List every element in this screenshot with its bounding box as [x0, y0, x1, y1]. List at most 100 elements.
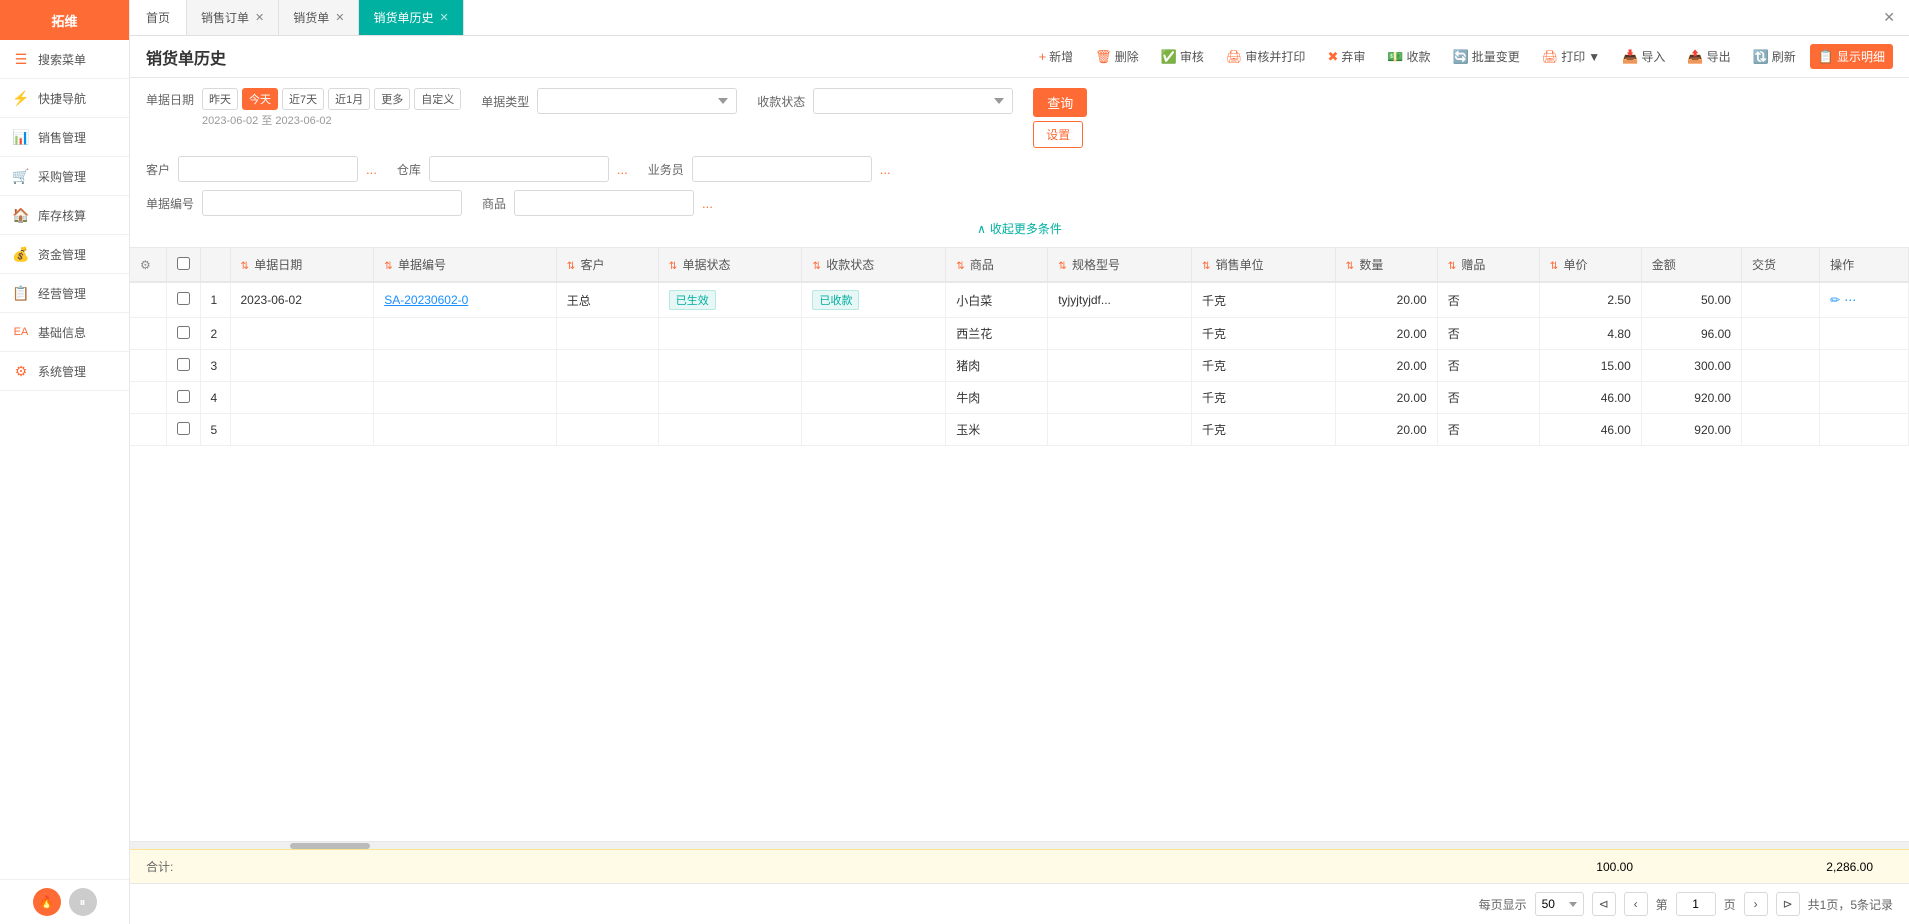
sidebar-item-finance[interactable]: 💰 资金管理: [0, 235, 129, 274]
select-all-checkbox[interactable]: [177, 257, 190, 270]
page-input[interactable]: 1: [1676, 892, 1716, 916]
salesman-input[interactable]: [692, 156, 872, 182]
tab-home[interactable]: 首页: [130, 0, 187, 35]
sidebar-btn1[interactable]: 🔥: [33, 888, 61, 916]
customer-ellipsis[interactable]: ...: [366, 162, 377, 177]
date-btn-7days[interactable]: 近7天: [282, 88, 324, 110]
tab-close-sale-history[interactable]: ✕: [440, 11, 449, 24]
operations-icon: 📋: [12, 284, 30, 302]
customer-filter: 客户 ...: [146, 156, 377, 182]
goods-ellipsis[interactable]: ...: [702, 196, 713, 211]
doc-no-filter: 单据编号: [146, 190, 462, 216]
row-checkbox[interactable]: [177, 292, 190, 305]
sidebar-item-purchase-mgmt[interactable]: 🛒 采购管理: [0, 157, 129, 196]
salesman-ellipsis[interactable]: ...: [880, 162, 891, 177]
collect-status-select[interactable]: [813, 88, 1013, 114]
settings-icon[interactable]: ⚙: [140, 258, 151, 272]
collapse-btn[interactable]: ∧ 收起更多条件: [146, 220, 1893, 237]
table-row: 4牛肉千克20.00否46.00920.00: [130, 382, 1909, 414]
date-btn-today[interactable]: 今天: [242, 88, 278, 110]
th-gift[interactable]: ⇅ 赠品: [1437, 248, 1539, 282]
prev-page-btn[interactable]: ‹: [1624, 892, 1648, 916]
date-btn-1month[interactable]: 近1月: [328, 88, 370, 110]
batch-change-button[interactable]: 🔄 批量变更: [1445, 44, 1528, 69]
warehouse-ellipsis[interactable]: ...: [617, 162, 628, 177]
sidebar-item-operations[interactable]: 📋 经营管理: [0, 274, 129, 313]
th-num: [200, 248, 230, 282]
date-btn-more[interactable]: 更多: [374, 88, 410, 110]
sidebar-item-search-menu[interactable]: ☰ 搜索菜单: [0, 40, 129, 79]
print-button[interactable]: 🖨 打印 ▼: [1534, 44, 1608, 69]
refresh-icon: 🔃: [1753, 49, 1769, 65]
goods-input[interactable]: [514, 190, 694, 216]
scroll-thumb[interactable]: [290, 843, 370, 849]
refresh-button[interactable]: 🔃 刷新: [1745, 44, 1804, 69]
th-settings[interactable]: ⚙: [130, 248, 166, 282]
action-更多[interactable]: ⋯: [1844, 293, 1856, 307]
show-detail-button[interactable]: 📋 显示明细: [1810, 44, 1893, 69]
add-button[interactable]: + 新增: [1031, 44, 1082, 69]
tab-bar-close-all[interactable]: ✕: [1869, 9, 1909, 26]
doc-no-link[interactable]: SA-20230602-0: [384, 293, 468, 307]
query-button[interactable]: 查询: [1033, 88, 1087, 117]
doc-type-select[interactable]: [537, 88, 737, 114]
delete-icon: 🗑: [1095, 49, 1112, 65]
tab-sales-order[interactable]: 销售订单 ✕: [187, 0, 279, 35]
page-unit: 页: [1724, 896, 1736, 913]
date-btn-yesterday[interactable]: 昨天: [202, 88, 238, 110]
import-button[interactable]: 📥 导入: [1614, 44, 1673, 69]
th-goods[interactable]: ⇅ 商品: [946, 248, 1048, 282]
warehouse-input[interactable]: [429, 156, 609, 182]
tab-sale-history[interactable]: 销货单历史 ✕: [359, 0, 463, 35]
sidebar-btn2[interactable]: ⏸: [69, 888, 97, 916]
page-title: 销货单历史: [146, 45, 226, 69]
row-checkbox[interactable]: [177, 422, 190, 435]
scroll-bar[interactable]: [130, 841, 1909, 849]
action-编辑[interactable]: ✏: [1830, 293, 1840, 307]
row-checkbox[interactable]: [177, 326, 190, 339]
th-amount: 金额: [1641, 248, 1741, 282]
show-detail-icon: 📋: [1818, 49, 1834, 65]
th-doc-no[interactable]: ⇅ 单据编号: [374, 248, 557, 282]
tab-close-sale-goods[interactable]: ✕: [335, 11, 344, 24]
sidebar-item-inventory[interactable]: 🏠 库存核算: [0, 196, 129, 235]
page-header: 销货单历史 + 新增 🗑 删除 ✅ 审核 🖨 审核并打印: [130, 36, 1909, 78]
collect-button[interactable]: 💵 收款: [1379, 44, 1438, 69]
settings-button[interactable]: 设置: [1033, 121, 1083, 148]
sidebar-item-quick-nav[interactable]: ⚡ 快捷导航: [0, 79, 129, 118]
audit-print-button[interactable]: 🖨 审核并打印: [1218, 44, 1314, 69]
tab-sale-goods[interactable]: 销货单 ✕: [279, 0, 359, 35]
collect-status-filter: 收款状态: [757, 88, 1013, 114]
th-customer[interactable]: ⇅ 客户: [556, 248, 658, 282]
first-page-btn[interactable]: ⊲: [1592, 892, 1616, 916]
sidebar-item-sales-mgmt[interactable]: 📊 销售管理: [0, 118, 129, 157]
sidebar-item-base-info[interactable]: EA 基础信息: [0, 313, 129, 352]
sidebar-item-system-mgmt[interactable]: ⚙ 系统管理: [0, 352, 129, 391]
next-page-btn[interactable]: ›: [1744, 892, 1768, 916]
customer-input[interactable]: [178, 156, 358, 182]
th-collect-status[interactable]: ⇅ 收款状态: [802, 248, 946, 282]
doc-no-input[interactable]: [202, 190, 462, 216]
abandon-button[interactable]: ✖ 弃审: [1319, 44, 1373, 69]
page-size-select[interactable]: 20 50 100: [1535, 892, 1584, 916]
th-date[interactable]: ⇅ 单据日期: [230, 248, 374, 282]
th-unit-price[interactable]: ⇅ 单价: [1539, 248, 1641, 282]
tab-close-sales-order[interactable]: ✕: [255, 11, 264, 24]
th-quantity[interactable]: ⇅ 数量: [1335, 248, 1437, 282]
delete-button[interactable]: 🗑 删除: [1087, 44, 1147, 69]
th-spec[interactable]: ⇅ 规格型号: [1048, 248, 1192, 282]
th-unit[interactable]: ⇅ 销售单位: [1191, 248, 1335, 282]
row-checkbox[interactable]: [177, 390, 190, 403]
sort-icon: ⇅: [241, 261, 249, 272]
inventory-icon: 🏠: [12, 206, 30, 224]
export-button[interactable]: 📤 导出: [1679, 44, 1738, 69]
date-btn-custom[interactable]: 自定义: [414, 88, 461, 110]
row-checkbox[interactable]: [177, 358, 190, 371]
filter-area: 单据日期 昨天 今天 近7天 近1月 更多 自定义 2023-06-02 至 2…: [130, 78, 1909, 248]
last-page-btn[interactable]: ⊳: [1776, 892, 1800, 916]
export-icon: 📤: [1687, 49, 1703, 65]
audit-button[interactable]: ✅ 审核: [1153, 44, 1212, 69]
doc-no-label: 单据编号: [146, 195, 194, 212]
th-doc-status[interactable]: ⇅ 单据状态: [658, 248, 802, 282]
th-checkbox: [166, 248, 200, 282]
